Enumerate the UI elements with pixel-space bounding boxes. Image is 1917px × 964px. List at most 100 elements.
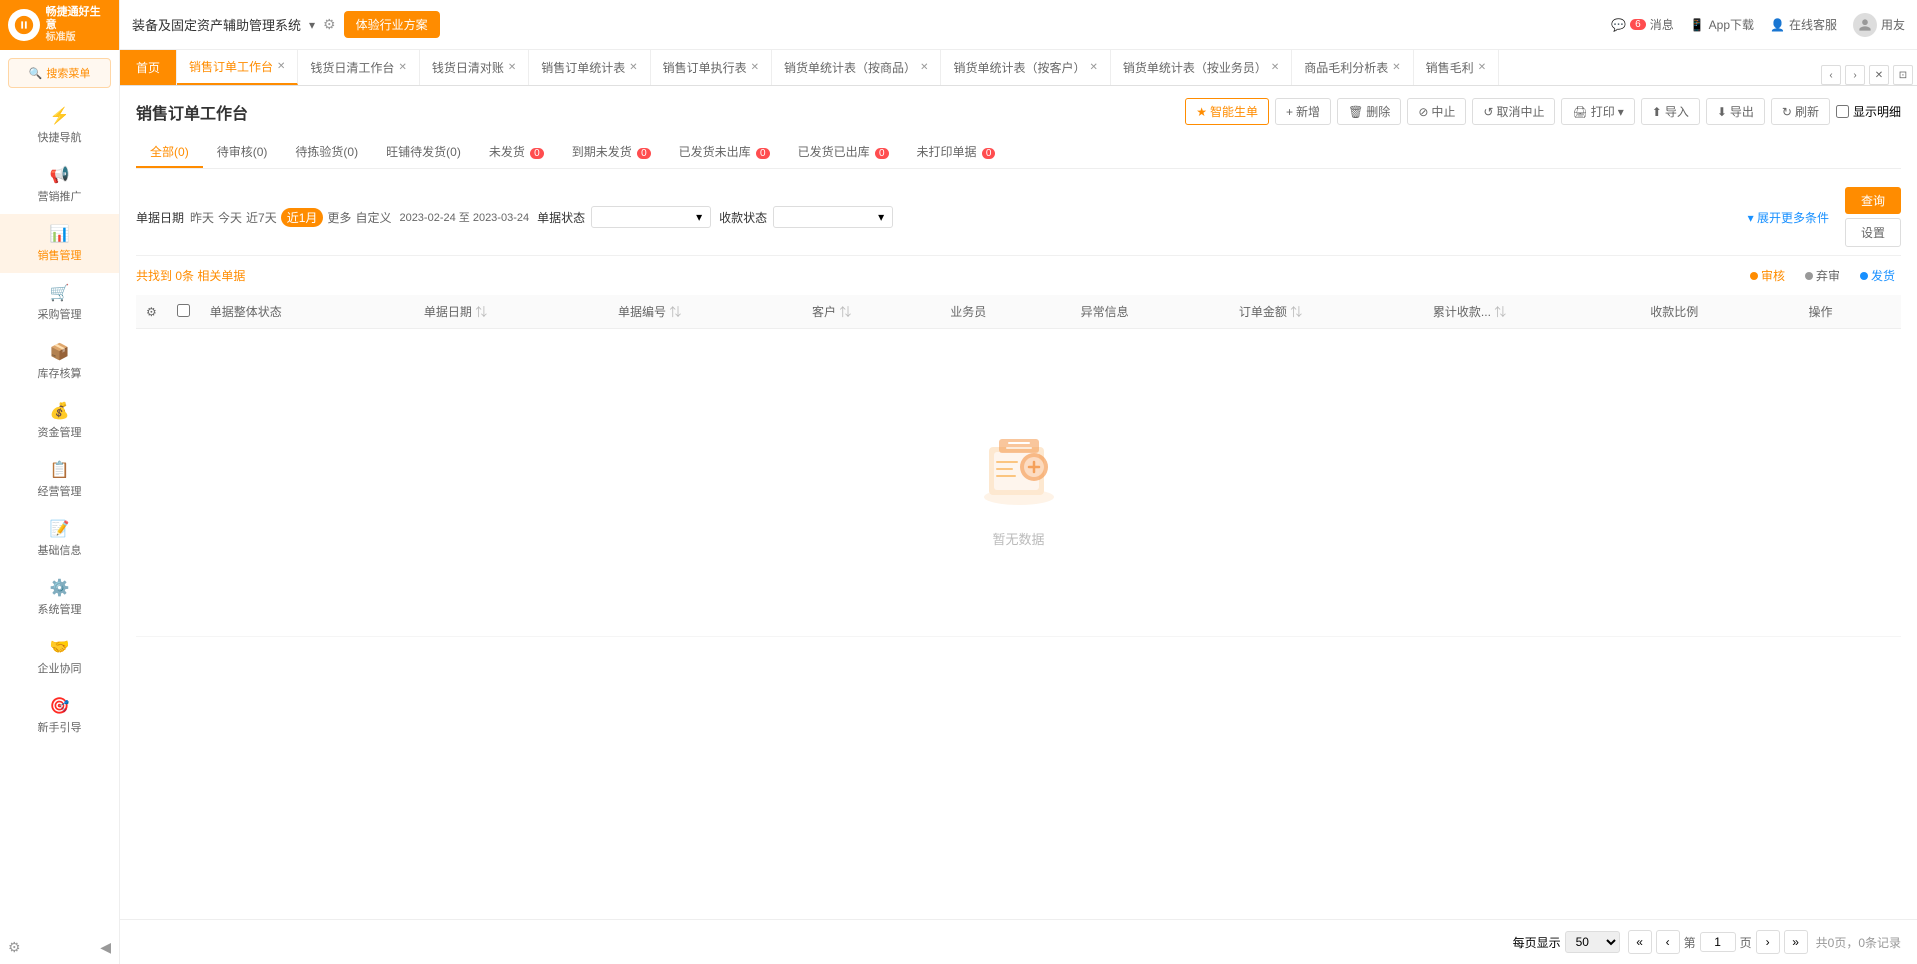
subtab-wangpu-pending[interactable]: 旺铺待发货(0) — [372, 137, 475, 168]
show-detail-checkbox[interactable]: 显示明细 — [1836, 103, 1901, 120]
sidebar-item-finance[interactable]: 💰 资金管理 — [0, 391, 119, 450]
message-item[interactable]: 💬 6 消息 — [1611, 16, 1674, 33]
sidebar-item-purchase[interactable]: 🛒 采购管理 — [0, 273, 119, 332]
tab-close-sales-by-product[interactable]: ✕ — [920, 62, 928, 73]
page-number-input[interactable] — [1700, 932, 1736, 952]
subtab-not-shipped[interactable]: 未发货 0 — [475, 137, 558, 168]
tab-expand-button[interactable]: ⊡ — [1893, 65, 1913, 85]
prev-page-button[interactable]: ‹ — [1656, 930, 1680, 954]
status-filter-label: 单据状态 — [537, 209, 585, 226]
sidebar-item-basic[interactable]: 📝 基础信息 — [0, 509, 119, 568]
first-page-button[interactable]: « — [1628, 930, 1652, 954]
sidebar-items-list: ⚡ 快捷导航 📢 营销推广 📊 销售管理 🛒 采购管理 📦 库存核算 💰 资金管… — [0, 96, 119, 745]
tab-close-order-stats[interactable]: ✕ — [629, 62, 637, 73]
tab-order-exec[interactable]: 销售订单执行表 ✕ — [651, 50, 772, 85]
subtab-pending-inspection[interactable]: 待拣验货(0) — [281, 137, 372, 168]
th-settings[interactable]: ⚙ — [136, 295, 167, 329]
new-button[interactable]: + 新增 — [1275, 98, 1331, 125]
tab-close-sales-by-customer[interactable]: ✕ — [1089, 62, 1097, 73]
tab-close-all-button[interactable]: ✕ — [1869, 65, 1889, 85]
status-dropdown[interactable]: ▾ — [591, 206, 711, 228]
cancel-review-action-button[interactable]: 弃审 — [1799, 264, 1846, 287]
date-yesterday[interactable]: 昨天 — [190, 209, 214, 226]
tab-next-button[interactable]: › — [1845, 65, 1865, 85]
tab-close-reconcile[interactable]: ✕ — [508, 62, 516, 73]
tab-home[interactable]: 首页 — [120, 50, 177, 85]
tab-prev-button[interactable]: ‹ — [1821, 65, 1841, 85]
select-all-checkbox[interactable] — [177, 304, 190, 317]
cancel-stop-button[interactable]: ↺ 取消中止 — [1472, 98, 1555, 125]
next-page-button[interactable]: › — [1756, 930, 1780, 954]
date-7days[interactable]: 近7天 — [246, 209, 277, 226]
page-of: 页 — [1740, 934, 1752, 951]
import-button[interactable]: ⬆ 导入 — [1641, 98, 1700, 125]
sidebar-item-inventory[interactable]: 📦 库存核算 — [0, 332, 119, 391]
tab-sales-order[interactable]: 销售订单工作台 ✕ — [177, 50, 298, 85]
system-dropdown[interactable]: ▾ — [309, 18, 315, 32]
sidebar-item-marketing[interactable]: 📢 营销推广 — [0, 155, 119, 214]
sidebar-item-guide[interactable]: 🎯 新手引导 — [0, 686, 119, 745]
date-custom[interactable]: 自定义 — [355, 209, 391, 226]
sort-date[interactable]: ⇅ — [475, 305, 487, 319]
search-menu-button[interactable]: 🔍 搜索菜单 — [8, 58, 111, 88]
th-amount: 订单金额 ⇅ — [1229, 295, 1423, 329]
subtab-overdue-ship[interactable]: 到期未发货 0 — [558, 137, 665, 168]
page-size-select[interactable]: 50 100 200 — [1565, 931, 1620, 953]
filter-setting-button[interactable]: 设置 — [1845, 218, 1901, 247]
tab-order-stats[interactable]: 销售订单统计表 ✕ — [529, 50, 650, 85]
show-detail-input[interactable] — [1836, 105, 1849, 118]
tab-cash-daily[interactable]: 钱货日清工作台 ✕ — [298, 50, 419, 85]
export-button[interactable]: ⬇ 导出 — [1706, 98, 1765, 125]
subtab-shipped-outbound[interactable]: 已发货已出库 0 — [784, 137, 903, 168]
smart-create-button[interactable]: ★ 智能生单 — [1185, 98, 1269, 125]
ship-action-button[interactable]: 发货 — [1854, 264, 1901, 287]
tab-sales-by-customer[interactable]: 销货单统计表（按客户） ✕ — [941, 50, 1110, 85]
tab-margin[interactable]: 商品毛利分析表 ✕ — [1292, 50, 1413, 85]
sort-customer[interactable]: ⇅ — [839, 305, 851, 319]
tab-close-order-exec[interactable]: ✕ — [751, 62, 759, 73]
tab-close-margin[interactable]: ✕ — [1392, 62, 1400, 73]
app-download-item[interactable]: 📱 App下载 — [1690, 16, 1754, 33]
date-range-text: 2023-02-24 至 2023-03-24 — [399, 209, 529, 225]
subtab-shipped-no-outbound[interactable]: 已发货未出库 0 — [665, 137, 784, 168]
stop-button[interactable]: ⊘ 中止 — [1407, 98, 1466, 125]
refresh-button[interactable]: ↻ 刷新 — [1771, 98, 1830, 125]
tab-close-sales-by-staff[interactable]: ✕ — [1271, 62, 1279, 73]
sort-number[interactable]: ⇅ — [669, 305, 681, 319]
tab-close-sales-order[interactable]: ✕ — [277, 61, 285, 72]
payment-dropdown[interactable]: ▾ — [773, 206, 893, 228]
tab-sales-by-product[interactable]: 销货单统计表（按商品） ✕ — [772, 50, 941, 85]
finance-icon: 💰 — [50, 401, 70, 421]
query-button[interactable]: 查询 — [1845, 187, 1901, 214]
date-today[interactable]: 今天 — [218, 209, 242, 226]
tab-sales-by-staff[interactable]: 销货单统计表（按业务员） ✕ — [1111, 50, 1292, 85]
sidebar-collapse-button[interactable]: ◀ — [100, 939, 111, 956]
online-service-item[interactable]: 👤 在线客服 — [1770, 16, 1837, 33]
tab-reconcile[interactable]: 钱货日清对账 ✕ — [420, 50, 529, 85]
sidebar-settings-button[interactable]: ⚙ — [8, 939, 21, 956]
tab-close-cash-daily[interactable]: ✕ — [398, 62, 406, 73]
delete-button[interactable]: 🗑 删除 — [1337, 98, 1401, 125]
date-1month[interactable]: 近1月 — [281, 208, 324, 227]
subtab-pending-review[interactable]: 待审核(0) — [203, 137, 282, 168]
subtab-not-printed[interactable]: 未打印单据 0 — [903, 137, 1010, 168]
last-page-button[interactable]: » — [1784, 930, 1808, 954]
date-more[interactable]: 更多 — [327, 209, 351, 226]
subtab-all[interactable]: 全部(0) — [136, 137, 203, 168]
tab-sales-margin[interactable]: 销售毛利 ✕ — [1414, 50, 1499, 85]
user-item[interactable]: 用友 — [1853, 13, 1905, 37]
tab-close-sales-margin[interactable]: ✕ — [1478, 62, 1486, 73]
sort-amount[interactable]: ⇅ — [1290, 305, 1302, 319]
sidebar-item-operations[interactable]: 📋 经营管理 — [0, 450, 119, 509]
sort-cumulative[interactable]: ⇅ — [1494, 305, 1506, 319]
sidebar-item-sales[interactable]: 📊 销售管理 — [0, 214, 119, 273]
review-action-button[interactable]: 审核 — [1744, 264, 1791, 287]
sidebar-item-system[interactable]: ⚙️ 系统管理 — [0, 568, 119, 627]
print-button[interactable]: 🖨 打印 ▾ — [1561, 98, 1634, 125]
industry-solution-button[interactable]: 体验行业方案 — [344, 11, 440, 38]
th-cumulative: 累计收款... ⇅ — [1423, 295, 1640, 329]
expand-filter-button[interactable]: ▾ 展开更多条件 — [1748, 209, 1829, 226]
sidebar-item-quicknav[interactable]: ⚡ 快捷导航 — [0, 96, 119, 155]
gear-icon[interactable]: ⚙ — [323, 16, 336, 33]
sidebar-item-collab[interactable]: 🤝 企业协同 — [0, 627, 119, 686]
